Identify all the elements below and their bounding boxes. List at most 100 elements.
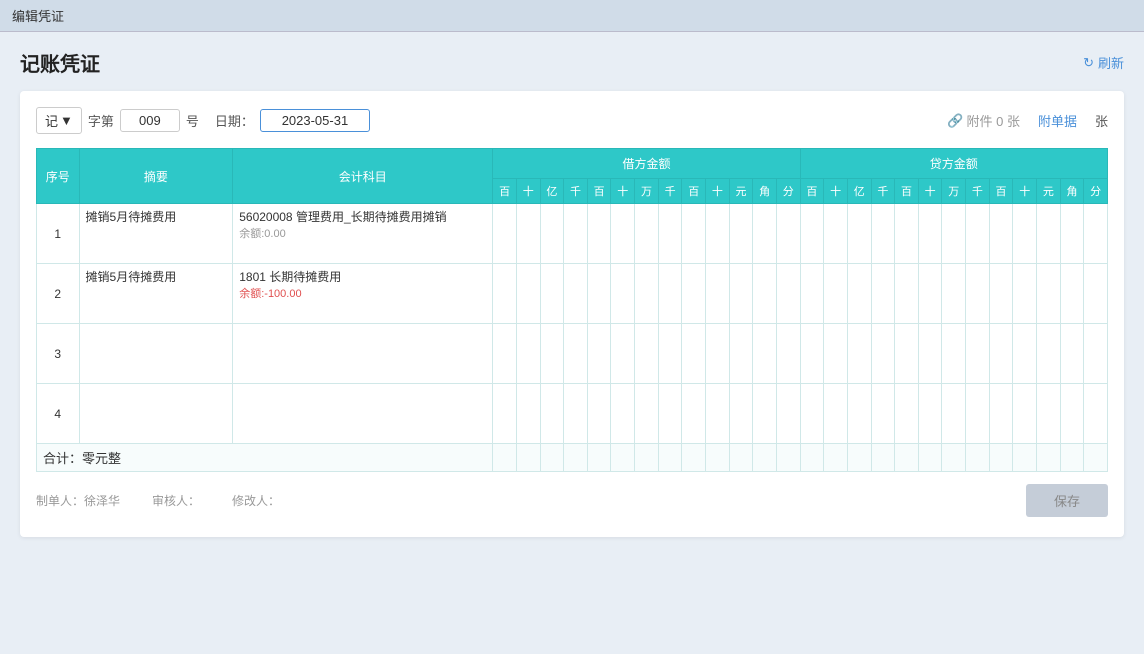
credit-digit-1-4[interactable] <box>895 264 919 324</box>
credit-digit-3-0[interactable] <box>800 384 824 444</box>
credit-digit-3-3[interactable] <box>871 384 895 444</box>
credit-digit-0-10[interactable] <box>1037 204 1061 264</box>
credit-digit-1-6[interactable] <box>942 264 966 324</box>
credit-digit-1-5[interactable] <box>918 264 942 324</box>
debit-digit-0-11[interactable] <box>753 204 777 264</box>
credit-digit-3-1[interactable] <box>824 384 848 444</box>
debit-digit-1-1[interactable] <box>516 264 540 324</box>
row-account-1[interactable]: 1801 长期待摊费用余额:-100.00 <box>233 264 493 324</box>
credit-digit-0-7[interactable] <box>966 204 990 264</box>
credit-digit-1-3[interactable] <box>871 264 895 324</box>
credit-digit-0-0[interactable] <box>800 204 824 264</box>
debit-digit-0-9[interactable] <box>706 204 730 264</box>
debit-digit-0-2[interactable] <box>540 204 564 264</box>
row-account-0[interactable]: 56020008 管理费用_长期待摊费用摊销余额:0.00 <box>233 204 493 264</box>
debit-digit-1-10[interactable] <box>729 264 753 324</box>
credit-digit-0-5[interactable] <box>918 204 942 264</box>
debit-digit-0-7[interactable] <box>658 204 682 264</box>
debit-digit-0-8[interactable] <box>682 204 706 264</box>
credit-digit-1-10[interactable] <box>1037 264 1061 324</box>
debit-digit-2-8[interactable] <box>682 324 706 384</box>
voucher-number-input[interactable] <box>120 109 180 132</box>
debit-digit-3-1[interactable] <box>516 384 540 444</box>
refresh-button[interactable]: ↻ 刷新 <box>1083 53 1124 72</box>
credit-digit-0-1[interactable] <box>824 204 848 264</box>
credit-digit-2-5[interactable] <box>918 324 942 384</box>
attach-single-link[interactable]: 附单据 <box>1038 111 1077 130</box>
debit-digit-3-12[interactable] <box>776 384 800 444</box>
debit-digit-0-10[interactable] <box>729 204 753 264</box>
debit-digit-2-11[interactable] <box>753 324 777 384</box>
debit-digit-3-0[interactable] <box>493 384 517 444</box>
debit-digit-1-4[interactable] <box>587 264 611 324</box>
debit-digit-0-4[interactable] <box>587 204 611 264</box>
credit-digit-0-4[interactable] <box>895 204 919 264</box>
row-summary-3[interactable] <box>79 384 233 444</box>
credit-digit-2-2[interactable] <box>847 324 871 384</box>
credit-digit-2-6[interactable] <box>942 324 966 384</box>
credit-digit-1-12[interactable] <box>1084 264 1108 324</box>
debit-digit-3-10[interactable] <box>729 384 753 444</box>
debit-digit-2-1[interactable] <box>516 324 540 384</box>
debit-digit-1-9[interactable] <box>706 264 730 324</box>
debit-digit-1-2[interactable] <box>540 264 564 324</box>
debit-digit-1-7[interactable] <box>658 264 682 324</box>
debit-digit-3-9[interactable] <box>706 384 730 444</box>
debit-digit-1-6[interactable] <box>635 264 659 324</box>
debit-digit-2-6[interactable] <box>635 324 659 384</box>
debit-digit-3-2[interactable] <box>540 384 564 444</box>
debit-digit-2-10[interactable] <box>729 324 753 384</box>
credit-digit-3-10[interactable] <box>1037 384 1061 444</box>
credit-digit-2-8[interactable] <box>989 324 1013 384</box>
credit-digit-2-3[interactable] <box>871 324 895 384</box>
debit-digit-1-3[interactable] <box>564 264 588 324</box>
debit-digit-2-5[interactable] <box>611 324 635 384</box>
credit-digit-3-6[interactable] <box>942 384 966 444</box>
debit-digit-0-3[interactable] <box>564 204 588 264</box>
credit-digit-1-8[interactable] <box>989 264 1013 324</box>
type-dropdown[interactable]: 记 ▼ <box>36 107 82 134</box>
debit-digit-1-0[interactable] <box>493 264 517 324</box>
debit-digit-2-7[interactable] <box>658 324 682 384</box>
debit-digit-3-11[interactable] <box>753 384 777 444</box>
credit-digit-1-7[interactable] <box>966 264 990 324</box>
credit-digit-0-6[interactable] <box>942 204 966 264</box>
credit-digit-0-2[interactable] <box>847 204 871 264</box>
credit-digit-1-9[interactable] <box>1013 264 1037 324</box>
debit-digit-1-11[interactable] <box>753 264 777 324</box>
debit-digit-2-3[interactable] <box>564 324 588 384</box>
debit-digit-0-5[interactable] <box>611 204 635 264</box>
credit-digit-1-2[interactable] <box>847 264 871 324</box>
debit-digit-0-12[interactable] <box>776 204 800 264</box>
row-summary-2[interactable] <box>79 324 233 384</box>
credit-digit-0-9[interactable] <box>1013 204 1037 264</box>
debit-digit-1-12[interactable] <box>776 264 800 324</box>
credit-digit-2-4[interactable] <box>895 324 919 384</box>
debit-digit-2-0[interactable] <box>493 324 517 384</box>
credit-digit-0-3[interactable] <box>871 204 895 264</box>
credit-digit-3-12[interactable] <box>1084 384 1108 444</box>
debit-digit-3-7[interactable] <box>658 384 682 444</box>
credit-digit-3-9[interactable] <box>1013 384 1037 444</box>
debit-digit-2-2[interactable] <box>540 324 564 384</box>
row-summary-1[interactable]: 摊销5月待摊费用 <box>79 264 233 324</box>
debit-digit-3-4[interactable] <box>587 384 611 444</box>
credit-digit-3-5[interactable] <box>918 384 942 444</box>
row-summary-0[interactable]: 摊销5月待摊费用 <box>79 204 233 264</box>
credit-digit-2-0[interactable] <box>800 324 824 384</box>
credit-digit-3-7[interactable] <box>966 384 990 444</box>
credit-digit-0-12[interactable] <box>1084 204 1108 264</box>
date-input[interactable] <box>260 109 370 132</box>
debit-digit-3-5[interactable] <box>611 384 635 444</box>
credit-digit-3-8[interactable] <box>989 384 1013 444</box>
attach-link[interactable]: 🔗 附件 0 张 <box>947 111 1020 130</box>
debit-digit-0-0[interactable] <box>493 204 517 264</box>
row-account-2[interactable] <box>233 324 493 384</box>
credit-digit-3-2[interactable] <box>847 384 871 444</box>
debit-digit-3-8[interactable] <box>682 384 706 444</box>
debit-digit-3-6[interactable] <box>635 384 659 444</box>
credit-digit-2-10[interactable] <box>1037 324 1061 384</box>
credit-digit-1-0[interactable] <box>800 264 824 324</box>
credit-digit-1-11[interactable] <box>1060 264 1084 324</box>
debit-digit-2-4[interactable] <box>587 324 611 384</box>
